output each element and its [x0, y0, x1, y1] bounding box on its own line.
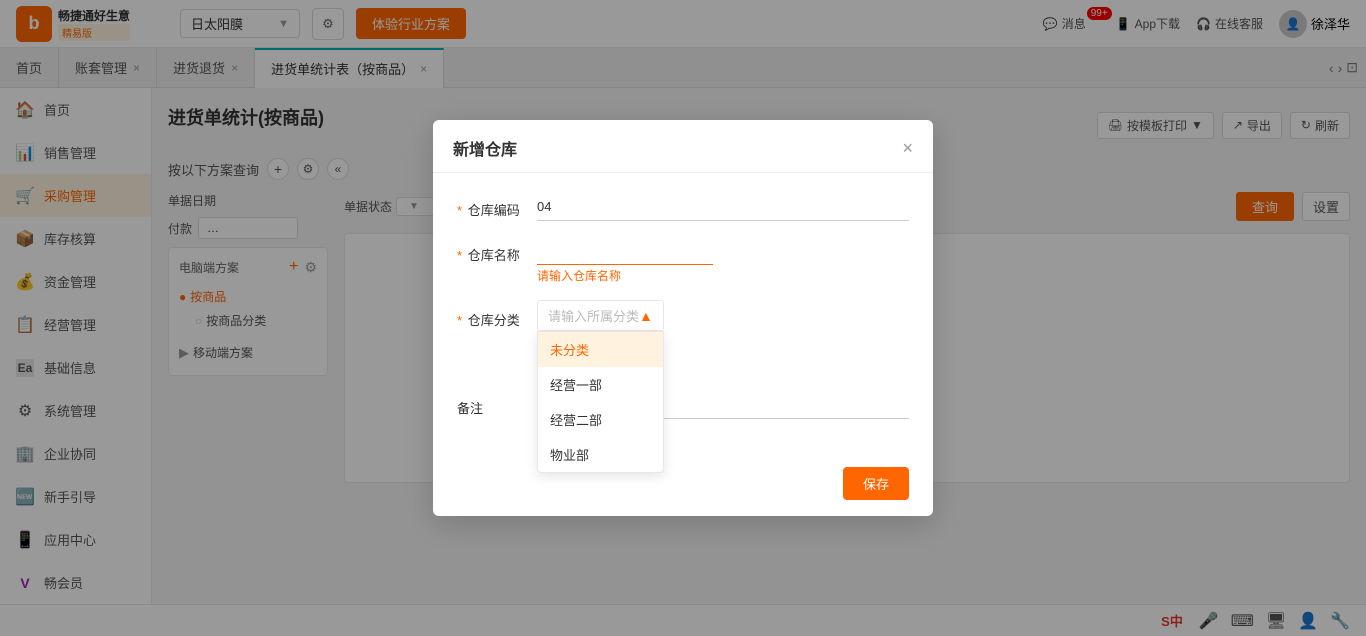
- modal-body: * 仓库编码 * 仓库名称 请输入仓库名称: [433, 173, 933, 455]
- modal-overlay: 新增仓库 × * 仓库编码 * 仓库名称: [0, 0, 1366, 636]
- name-input[interactable]: [537, 237, 713, 265]
- dropdown-item-none[interactable]: 未分类: [538, 332, 663, 367]
- code-label: * 仓库编码: [457, 193, 537, 219]
- remark-field-row: 备注: [457, 391, 909, 419]
- category-field-row: * 仓库分类 请输入所属分类 ▲ 未分类 经营一部 经营二部: [457, 300, 909, 331]
- category-select[interactable]: 请输入所属分类 ▲: [537, 300, 664, 331]
- category-dropdown: 未分类 经营一部 经营二部 物业部: [537, 331, 664, 473]
- save-button[interactable]: 保存: [843, 467, 909, 500]
- modal-footer: 保存: [433, 455, 933, 516]
- name-field-row: * 仓库名称 请输入仓库名称: [457, 237, 909, 284]
- remark-label: 备注: [457, 391, 537, 417]
- category-arrow-icon: ▲: [639, 308, 653, 324]
- name-label: * 仓库名称: [457, 238, 537, 264]
- dropdown-item-dept2[interactable]: 经营二部: [538, 402, 663, 437]
- modal-new-warehouse: 新增仓库 × * 仓库编码 * 仓库名称: [433, 120, 933, 516]
- code-input[interactable]: [537, 193, 909, 221]
- name-error-msg: 请输入仓库名称: [537, 267, 621, 284]
- modal-header: 新增仓库 ×: [433, 120, 933, 173]
- modal-close-button[interactable]: ×: [902, 138, 913, 159]
- code-field-row: * 仓库编码: [457, 193, 909, 221]
- category-label: * 仓库分类: [457, 303, 537, 329]
- dropdown-item-property[interactable]: 物业部: [538, 437, 663, 472]
- dropdown-item-dept1[interactable]: 经营一部: [538, 367, 663, 402]
- modal-title: 新增仓库: [453, 136, 517, 160]
